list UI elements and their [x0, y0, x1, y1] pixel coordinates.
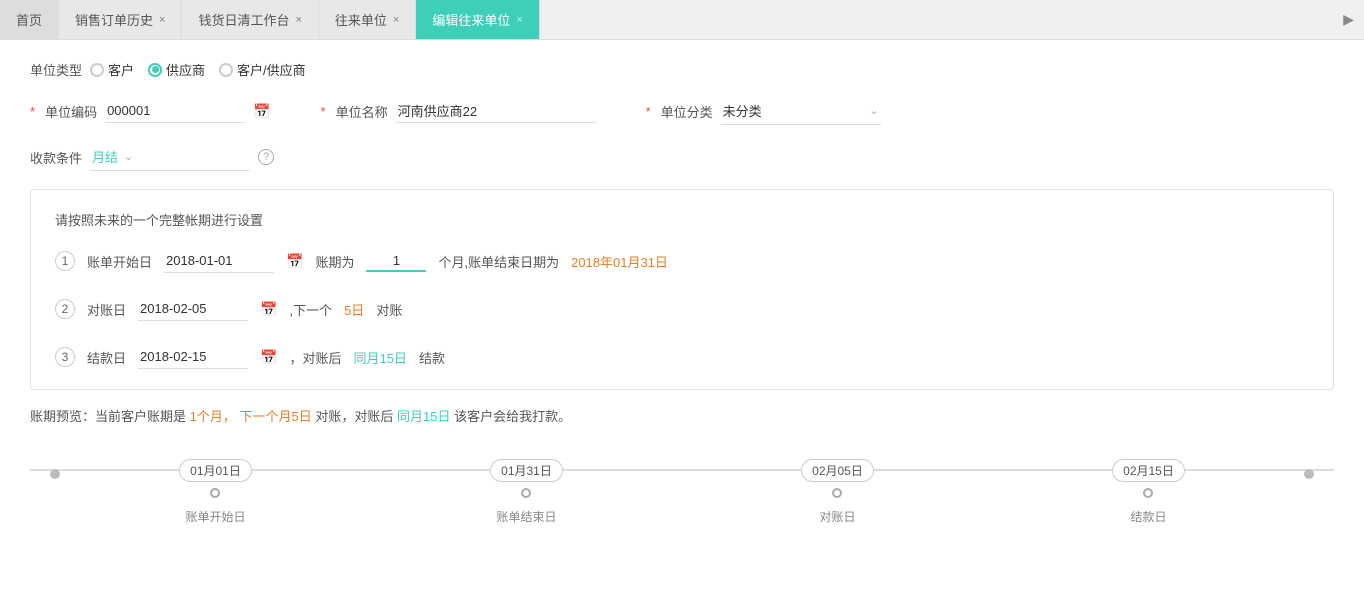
- unit-name-label: 单位名称: [336, 102, 388, 121]
- payment-help-icon[interactable]: ?: [258, 149, 274, 165]
- timeline: 01月01日 账单开始日 01月31日 账单结束日 02月05日 对账日: [30, 449, 1334, 535]
- start-date-cal-icon[interactable]: 📅: [286, 253, 303, 270]
- tab-home[interactable]: 首页: [0, 0, 59, 39]
- tab-cash-work[interactable]: 钱货日清工作台 ×: [182, 0, 318, 39]
- unit-category-select[interactable]: 未分类 ⌄: [721, 97, 881, 125]
- reconcile-desc-prefix: ,下一个: [289, 300, 332, 319]
- unit-category-value: 未分类: [723, 101, 866, 120]
- unit-code-icon[interactable]: 📅: [253, 103, 270, 120]
- unit-name-group: * 单位名称: [321, 99, 596, 123]
- timeline-date-4: 02月15日: [1112, 459, 1185, 482]
- payment-row: 收款条件 月结 ⌄ ?: [30, 143, 1334, 171]
- tab-close-partner-unit[interactable]: ×: [393, 14, 399, 26]
- unit-category-group: * 单位分类 未分类 ⌄: [646, 97, 881, 125]
- reconcile-date-cal-icon[interactable]: 📅: [260, 301, 277, 318]
- step-label-2: 对账日: [87, 300, 126, 319]
- radio-group-unit-type: 客户 供应商 客户/供应商: [90, 60, 306, 79]
- timeline-caption-4: 结款日: [1130, 508, 1166, 525]
- period-end-date: 2018年01月31日: [571, 252, 668, 271]
- timeline-point-3: 02月05日 对账日: [801, 459, 874, 525]
- unit-code-input[interactable]: [105, 99, 245, 123]
- unit-type-row: 单位类型 客户 供应商 客户/供应商: [30, 60, 1334, 79]
- setting-row-3: 3 结款日 📅 ，对账后 同月15日 结款: [55, 345, 1309, 369]
- timeline-start-dot: [50, 469, 60, 479]
- tab-edit-partner[interactable]: 编辑往来单位 ×: [416, 0, 539, 39]
- radio-circle-customer: [90, 63, 104, 77]
- step-num-1: 1: [55, 251, 75, 271]
- timeline-caption-1: 账单开始日: [185, 508, 245, 525]
- payment-label: 收款条件: [30, 148, 82, 167]
- unit-category-label: 单位分类: [661, 102, 713, 121]
- timeline-dot-3: [832, 488, 842, 498]
- radio-circle-both: [219, 63, 233, 77]
- unit-type-label: 单位类型: [30, 60, 82, 79]
- payment-desc-suffix: 结款: [419, 348, 445, 367]
- timeline-dot-2: [521, 488, 531, 498]
- unit-type-group: 单位类型 客户 供应商 客户/供应商: [30, 60, 306, 79]
- preview-part2: 下一个月5日: [240, 409, 312, 424]
- section-title: 请按照未来的一个完整帐期进行设置: [55, 210, 1309, 229]
- required-star-code: *: [30, 104, 35, 119]
- period-suffix: 个月,账单结束日期为: [438, 252, 559, 271]
- reconcile-date-input[interactable]: [138, 297, 248, 321]
- payment-value: 月结: [92, 147, 118, 166]
- unit-name-input[interactable]: [396, 99, 596, 123]
- timeline-points: 01月01日 账单开始日 01月31日 账单结束日 02月05日 对账日: [50, 459, 1314, 525]
- radio-circle-supplier: [148, 63, 162, 77]
- preview-suffix: 该客户会给我打款。: [454, 409, 571, 424]
- timeline-caption-2: 账单结束日: [496, 508, 556, 525]
- main-content: 单位类型 客户 供应商 客户/供应商 * 单位编码: [0, 40, 1364, 608]
- unit-category-arrow: ⌄: [869, 104, 878, 117]
- step-label-1: 账单开始日: [87, 252, 152, 271]
- period-value-input[interactable]: [366, 251, 426, 272]
- radio-supplier[interactable]: 供应商: [148, 60, 205, 79]
- preview-part1: 1个月，: [190, 409, 236, 424]
- payment-date-input[interactable]: [138, 345, 248, 369]
- timeline-date-2: 01月31日: [490, 459, 563, 482]
- step-num-3: 3: [55, 347, 75, 367]
- setting-row-1: 1 账单开始日 📅 账期为 个月,账单结束日期为 2018年01月31日: [55, 249, 1309, 273]
- radio-customer[interactable]: 客户: [90, 60, 134, 79]
- preview-mid: 对账，对账后: [315, 409, 393, 424]
- timeline-point-2: 01月31日 账单结束日: [490, 459, 563, 525]
- step-label-3: 结款日: [87, 348, 126, 367]
- required-star-name: *: [321, 104, 326, 119]
- payment-highlight: 同月15日: [353, 348, 406, 367]
- preview-prefix: 账期预览：当前客户账期是: [30, 409, 186, 424]
- period-text: 账期为: [315, 252, 354, 271]
- unit-info-row: * 单位编码 📅 * 单位名称 * 单位分类 未分类 ⌄: [30, 97, 1334, 125]
- timeline-date-1: 01月01日: [179, 459, 252, 482]
- reconcile-desc-suffix: 对账: [376, 300, 402, 319]
- start-date-input[interactable]: [164, 249, 274, 273]
- payment-desc-prefix: ，对账后: [289, 348, 341, 367]
- timeline-dot-4: [1143, 488, 1153, 498]
- timeline-end-dot: [1304, 469, 1314, 479]
- preview-part3: 同月15日: [397, 409, 450, 424]
- settings-section: 请按照未来的一个完整帐期进行设置 1 账单开始日 📅 账期为 个月,账单结束日期…: [30, 189, 1334, 390]
- radio-both[interactable]: 客户/供应商: [219, 60, 306, 79]
- tab-close-edit-partner[interactable]: ×: [516, 14, 522, 26]
- unit-code-group: * 单位编码 📅: [30, 99, 271, 123]
- step-num-2: 2: [55, 299, 75, 319]
- timeline-date-3: 02月05日: [801, 459, 874, 482]
- timeline-caption-3: 对账日: [819, 508, 855, 525]
- tab-bar: 首页 销售订单历史 × 钱货日清工作台 × 往来单位 × 编辑往来单位 × ▶: [0, 0, 1364, 40]
- payment-group: 收款条件 月结 ⌄ ?: [30, 143, 274, 171]
- tab-close-sales-history[interactable]: ×: [159, 14, 165, 26]
- payment-dropdown[interactable]: 月结 ⌄: [90, 143, 250, 171]
- unit-code-label: 单位编码: [45, 102, 97, 121]
- preview-section: 账期预览：当前客户账期是 1个月， 下一个月5日 对账，对账后 同月15日 该客…: [30, 406, 1334, 425]
- payment-arrow: ⌄: [124, 150, 133, 163]
- timeline-point-1: 01月01日 账单开始日: [179, 459, 252, 525]
- setting-row-2: 2 对账日 📅 ,下一个 5日 对账: [55, 297, 1309, 321]
- reconcile-highlight: 5日: [344, 300, 364, 319]
- timeline-dot-1: [210, 488, 220, 498]
- tab-more-arrow[interactable]: ▶: [1333, 0, 1364, 39]
- required-star-cat: *: [646, 104, 651, 119]
- payment-date-cal-icon[interactable]: 📅: [260, 349, 277, 366]
- timeline-point-4: 02月15日 结款日: [1112, 459, 1185, 525]
- tab-partner-unit[interactable]: 往来单位 ×: [319, 0, 416, 39]
- tab-close-cash-work[interactable]: ×: [295, 14, 301, 26]
- tab-sales-history[interactable]: 销售订单历史 ×: [59, 0, 182, 39]
